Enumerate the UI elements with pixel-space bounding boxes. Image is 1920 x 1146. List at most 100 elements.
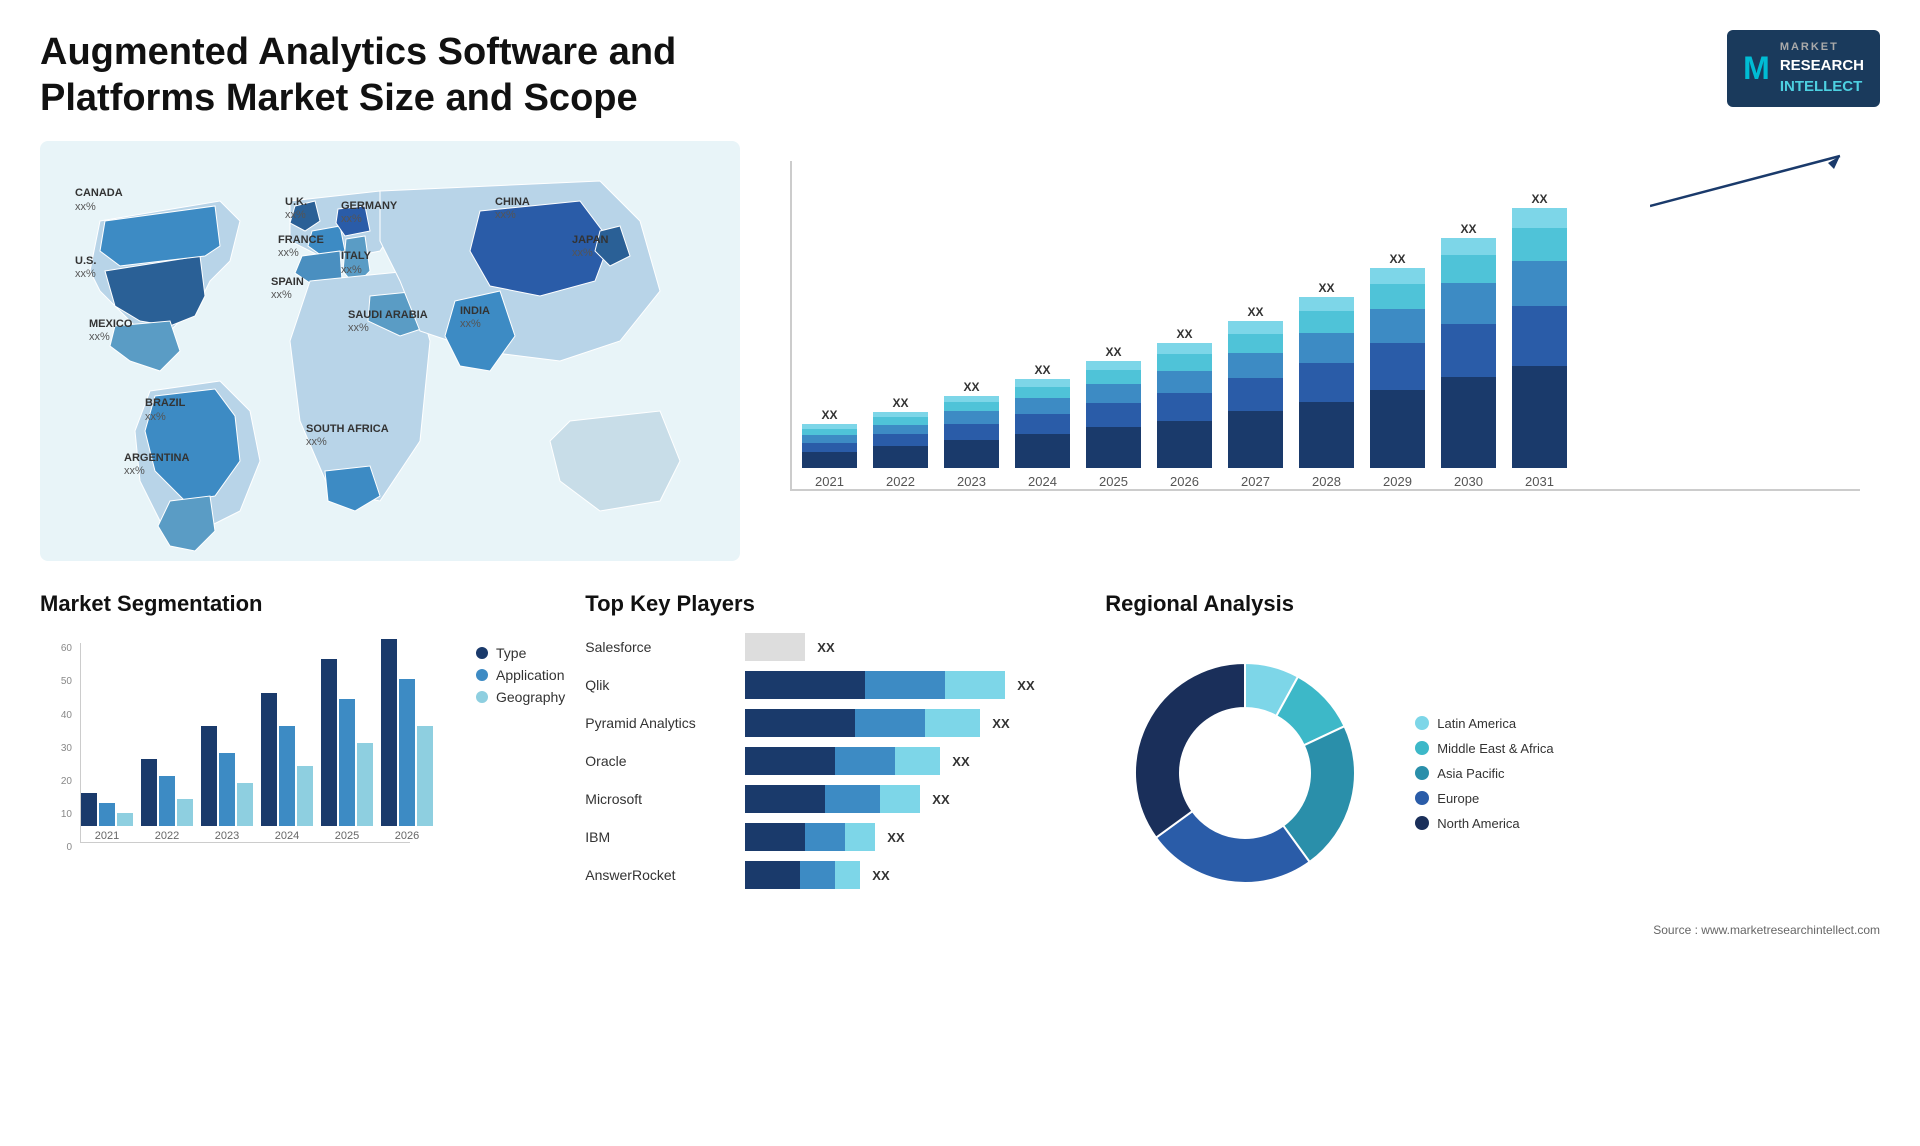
bar-segment — [1086, 361, 1141, 370]
top-row: CANADA xx% U.S. xx% MEXICO xx% BRAZIL xx… — [40, 141, 1880, 561]
legend-asia-pacific: Asia Pacific — [1415, 766, 1553, 781]
label-middle-east: Middle East & Africa — [1437, 741, 1553, 756]
player-bar-container: XX — [745, 823, 1085, 851]
bar-segment — [802, 443, 857, 452]
bar-stack — [1370, 268, 1425, 468]
logo-name1: RESEARCH — [1780, 55, 1864, 76]
label-latin-america: Latin America — [1437, 716, 1516, 731]
bar-segment — [802, 452, 857, 468]
logo-name2: INTELLECT — [1780, 76, 1864, 97]
bar-segment — [1015, 379, 1070, 387]
seg-bar — [99, 803, 115, 826]
bar-group: XX2023 — [944, 380, 999, 489]
bar-segment — [873, 434, 928, 446]
label-canada: CANADA xx% — [75, 187, 123, 213]
player-name: AnswerRocket — [585, 867, 735, 883]
label-argentina: ARGENTINA xx% — [124, 452, 189, 478]
bar-value-label: XX — [1105, 345, 1121, 359]
bar-value-label: XX — [1318, 281, 1334, 295]
bar-year-label: 2028 — [1312, 474, 1341, 489]
seg-bars-row — [81, 793, 133, 826]
bar-value-label: XX — [1176, 327, 1192, 341]
bar-stack — [944, 396, 999, 468]
bar-group: XX 2028 — [1299, 281, 1354, 489]
bar-stack — [1086, 361, 1141, 468]
player-bar-inner — [745, 747, 940, 775]
seg-bar-group: 2021 — [81, 793, 133, 842]
segmentation-chart: 0102030405060 202120222023202420252026 — [40, 633, 420, 893]
bar-year-label: 2030 — [1454, 474, 1483, 489]
player-name: Pyramid Analytics — [585, 715, 735, 731]
bar-year-label: 2027 — [1241, 474, 1270, 489]
bar-value-label: XX — [1034, 363, 1050, 377]
bar-chart-inner: XX2021XX2022XX2023XX2024XX2025XX2026XX20… — [790, 161, 1860, 491]
player-bar-inner — [745, 823, 875, 851]
player-bar-segment — [745, 709, 855, 737]
player-row: Oracle XX — [585, 747, 1085, 775]
logo-letter: M — [1743, 46, 1770, 91]
player-name: IBM — [585, 829, 735, 845]
bar-segment — [1512, 306, 1567, 366]
dot-latin-america — [1415, 716, 1429, 730]
y-axis — [770, 161, 790, 511]
segmentation-section: Market Segmentation 0102030405060 202120… — [40, 591, 565, 937]
bar-value-label: XX — [1389, 252, 1405, 266]
page-title: Augmented Analytics Software and Platfor… — [40, 30, 740, 121]
player-row: AnswerRocketXX — [585, 861, 1085, 889]
donut-legend: Latin America Middle East & Africa Asia … — [1415, 716, 1553, 831]
bar-segment — [1512, 208, 1567, 228]
player-xx-label: XX — [932, 792, 949, 807]
label-japan: JAPAN xx% — [572, 234, 608, 260]
seg-bars-row — [321, 659, 373, 826]
player-bar-container: XX — [745, 747, 1085, 775]
player-bar-segment — [805, 823, 845, 851]
player-bar-segment — [745, 785, 825, 813]
bar-year-label: 2029 — [1383, 474, 1412, 489]
player-bar-segment — [880, 785, 920, 813]
player-bar-container: XX — [745, 633, 1085, 661]
bar-segment — [944, 440, 999, 468]
player-bar-segment — [835, 747, 895, 775]
map-labels-overlay: CANADA xx% U.S. xx% MEXICO xx% BRAZIL xx… — [40, 141, 740, 561]
bar-year-label: 2026 — [1170, 474, 1199, 489]
bar-value-label: XX — [892, 396, 908, 410]
player-row: Pyramid AnalyticsXX — [585, 709, 1085, 737]
seg-year-label: 2021 — [95, 830, 119, 842]
seg-bar-group: 2023 — [201, 726, 253, 842]
legend-europe: Europe — [1415, 791, 1553, 806]
seg-bar — [381, 639, 397, 826]
bar-segment — [944, 411, 999, 424]
bar-stack — [873, 412, 928, 468]
player-bar-inner — [745, 709, 980, 737]
bar-segment — [1441, 324, 1496, 377]
player-bar-segment — [865, 671, 945, 699]
dot-europe — [1415, 791, 1429, 805]
players-title: Top Key Players — [585, 591, 1085, 617]
legend-label-geography: Geography — [496, 689, 565, 705]
bar-segment — [1228, 411, 1283, 468]
player-name: Oracle — [585, 753, 735, 769]
bar-group: XX2031 — [1512, 192, 1567, 489]
bar-value-label: XX — [821, 408, 837, 422]
player-bar-segment — [800, 861, 835, 889]
page-header: Augmented Analytics Software and Platfor… — [40, 30, 1880, 121]
seg-bar — [297, 766, 313, 826]
bar-segment — [1512, 228, 1567, 261]
bar-year-label: 2021 — [815, 474, 844, 489]
bar-segment — [944, 402, 999, 411]
bar-segment — [1157, 343, 1212, 354]
bar-segment — [1086, 370, 1141, 384]
bar-segment — [1299, 311, 1354, 333]
bar-stack — [1441, 238, 1496, 468]
seg-chart-inner: 202120222023202420252026 — [80, 643, 410, 843]
seg-bar — [141, 759, 157, 826]
player-xx-label: XX — [817, 640, 834, 655]
legend-north-america: North America — [1415, 816, 1553, 831]
seg-year-label: 2023 — [215, 830, 239, 842]
bar-segment — [1441, 238, 1496, 255]
seg-bar-group: 2022 — [141, 759, 193, 842]
player-bar-empty — [745, 633, 805, 661]
seg-bar-group: 2026 — [381, 639, 433, 842]
label-south-africa: SOUTH AFRICA xx% — [306, 423, 389, 449]
bar-stack — [1157, 343, 1212, 468]
